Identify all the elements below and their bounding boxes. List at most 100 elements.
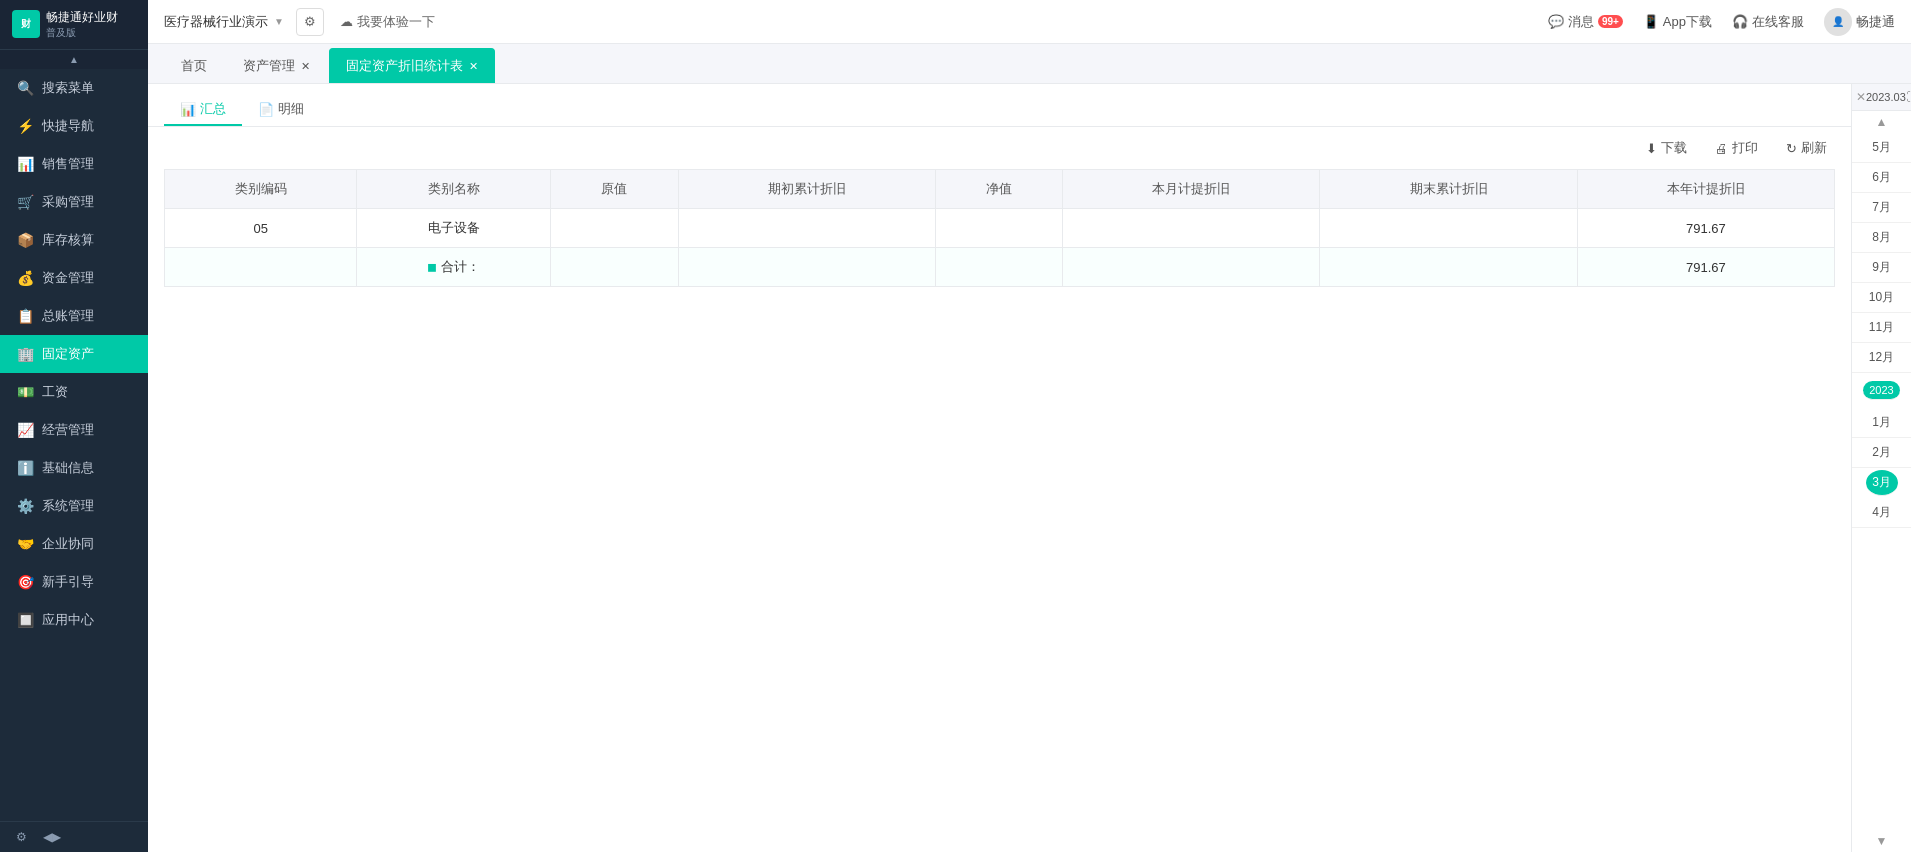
- table-row[interactable]: 05电子设备791.67: [165, 209, 1835, 248]
- nav-label-system: 系统管理: [42, 497, 94, 515]
- month-item[interactable]: 4月: [1852, 498, 1911, 528]
- nav-icon-inventory: 📦: [16, 232, 34, 248]
- sidebar-item-quick-nav[interactable]: ⚡ 快捷导航: [0, 107, 148, 145]
- nav-label-app-center: 应用中心: [42, 611, 94, 629]
- table-cell: [935, 209, 1062, 248]
- tab-home[interactable]: 首页: [164, 48, 224, 83]
- inner-tab-summary[interactable]: 📊 汇总: [164, 94, 242, 126]
- table-cell: 05: [165, 209, 357, 248]
- sidebar-item-guide[interactable]: 🎯新手引导: [0, 563, 148, 601]
- month-item[interactable]: 1月: [1852, 408, 1911, 438]
- date-panel: ✕ 2023.03 ⛶ ▲ 5月6月7月8月9月10月11月12月 2023 1月2…: [1851, 84, 1911, 852]
- sidebar-item-system[interactable]: ⚙️系统管理: [0, 487, 148, 525]
- inner-tab-label-summary: 汇总: [200, 100, 226, 118]
- settings-button[interactable]: ⚙: [296, 8, 324, 36]
- tab-depreciation[interactable]: 固定资产折旧统计表 ✕: [329, 48, 495, 83]
- date-scroll-down[interactable]: ▼: [1872, 830, 1892, 852]
- experience-label: 我要体验一下: [357, 13, 435, 31]
- sidebar-item-ledger[interactable]: 📋总账管理: [0, 297, 148, 335]
- nav-icon-purchase: 🛒: [16, 194, 34, 210]
- messages-button[interactable]: 💬 消息 99+: [1548, 13, 1623, 31]
- tab-close-asset-mgmt[interactable]: ✕: [301, 60, 310, 73]
- nav-label-basic-info: 基础信息: [42, 459, 94, 477]
- cloud-icon: ☁: [340, 14, 353, 29]
- sidebar-item-basic-info[interactable]: ℹ️基础信息: [0, 449, 148, 487]
- date-panel-expand-icon[interactable]: ⛶: [1906, 90, 1911, 104]
- inner-tab-icon-summary: 📊: [180, 102, 196, 117]
- month-item[interactable]: 9月: [1852, 253, 1911, 283]
- sidebar-item-payroll[interactable]: 💵 工资: [0, 373, 148, 411]
- sidebar-item-sales[interactable]: 📊销售管理: [0, 145, 148, 183]
- nav-label-payroll: 工资: [42, 383, 68, 401]
- tab-close-depreciation[interactable]: ✕: [469, 60, 478, 73]
- month-item[interactable]: 6月: [1852, 163, 1911, 193]
- year-badge[interactable]: 2023: [1863, 381, 1899, 400]
- sidebar-item-capital[interactable]: 💰资金管理: [0, 259, 148, 297]
- download-button[interactable]: ⬇ 下载: [1638, 135, 1695, 161]
- nav-label-operations: 经营管理: [42, 421, 94, 439]
- col-header: 净值: [935, 170, 1062, 209]
- month-item[interactable]: 12月: [1852, 343, 1911, 373]
- app-download-button[interactable]: 📱 App下载: [1643, 13, 1712, 31]
- nav-icon-quick-nav: ⚡: [16, 118, 34, 134]
- inner-tab-icon-detail: 📄: [258, 102, 274, 117]
- refresh-button[interactable]: ↻ 刷新: [1778, 135, 1835, 161]
- nav-icon-payroll: 💵: [16, 384, 34, 400]
- user-menu[interactable]: 👤 畅捷通: [1824, 8, 1895, 36]
- print-button[interactable]: 🖨 打印: [1707, 135, 1766, 161]
- nav-icon-fixed-assets: 🏢: [16, 346, 34, 362]
- toolbar: ⬇ 下载 🖨 打印 ↻ 刷新: [148, 127, 1851, 169]
- month-item[interactable]: 8月: [1852, 223, 1911, 253]
- sidebar-item-search[interactable]: 🔍搜索菜单: [0, 69, 148, 107]
- tab-label-depreciation: 固定资产折旧统计表: [346, 57, 463, 75]
- sidebar-scroll-up[interactable]: ▲: [0, 50, 148, 69]
- company-selector[interactable]: 医疗器械行业演示 ▼: [164, 13, 284, 31]
- download-icon: ⬇: [1646, 141, 1657, 156]
- nav-icon-enterprise: 🤝: [16, 536, 34, 552]
- experience-button[interactable]: ☁ 我要体验一下: [340, 13, 435, 31]
- sidebar-collapse-icon[interactable]: ◀▶: [43, 830, 61, 844]
- month-item[interactable]: 5月: [1852, 133, 1911, 163]
- total-cell: [165, 248, 357, 287]
- date-scroll-up[interactable]: ▲: [1872, 111, 1892, 133]
- sidebar-nav: 🔍搜索菜单 ⚡ 快捷导航 📊销售管理🛒采购管理📦库存核算💰资金管理📋总账管理 🏢 固定资产…: [0, 69, 148, 821]
- app-icon: 📱: [1643, 14, 1659, 29]
- sidebar-item-purchase[interactable]: 🛒采购管理: [0, 183, 148, 221]
- content-area: 📊汇总📄明细 ⬇ 下载 🖨 打印 ↻ 刷新 类别编码类: [148, 84, 1911, 852]
- user-name: 畅捷通: [1856, 13, 1895, 31]
- month-item[interactable]: 7月: [1852, 193, 1911, 223]
- logo-icon: 财: [12, 10, 40, 38]
- topbar-right: 💬 消息 99+ 📱 App下载 🎧 在线客服 👤 畅捷通: [1548, 8, 1895, 36]
- total-cell: ◼ 合计：: [357, 248, 551, 287]
- nav-label-quick-nav: 快捷导航: [42, 117, 94, 135]
- date-panel-close-icon[interactable]: ✕: [1856, 90, 1866, 104]
- nav-icon-capital: 💰: [16, 270, 34, 286]
- total-cell: [678, 248, 935, 287]
- sidebar-item-enterprise[interactable]: 🤝企业协同: [0, 525, 148, 563]
- sidebar-item-inventory[interactable]: 📦库存核算: [0, 221, 148, 259]
- content-main: 📊汇总📄明细 ⬇ 下载 🖨 打印 ↻ 刷新 类别编码类: [148, 84, 1851, 852]
- date-panel-title: 2023.03: [1866, 91, 1906, 103]
- month-item[interactable]: 11月: [1852, 313, 1911, 343]
- app-logo: 财 畅捷通好业财 普及版: [0, 0, 148, 50]
- online-service-button[interactable]: 🎧 在线客服: [1732, 13, 1804, 31]
- sidebar-item-app-center[interactable]: 🔲 应用中心: [0, 601, 148, 639]
- inner-tab-detail[interactable]: 📄明细: [242, 94, 320, 126]
- avatar: 👤: [1824, 8, 1852, 36]
- month-item[interactable]: 3月: [1866, 470, 1898, 496]
- month-item[interactable]: 2月: [1852, 438, 1911, 468]
- settings-icon: ⚙: [304, 14, 316, 29]
- sidebar-item-operations[interactable]: 📈经营管理: [0, 411, 148, 449]
- table-cell: 791.67: [1577, 209, 1834, 248]
- total-cell: [1320, 248, 1577, 287]
- nav-icon-app-center: 🔲: [16, 612, 34, 628]
- refresh-icon: ↻: [1786, 141, 1797, 156]
- sidebar-item-fixed-assets[interactable]: 🏢 固定资产: [0, 335, 148, 373]
- month-item[interactable]: 10月: [1852, 283, 1911, 313]
- nav-label-fixed-assets: 固定资产: [42, 345, 94, 363]
- tab-asset-mgmt[interactable]: 资产管理✕: [226, 48, 327, 83]
- sidebar-settings-icon[interactable]: ⚙: [16, 830, 27, 844]
- messages-label: 消息: [1568, 13, 1594, 31]
- inner-tabbar: 📊 汇总 📄明细: [148, 84, 1851, 127]
- col-header: 本月计提折旧: [1063, 170, 1320, 209]
